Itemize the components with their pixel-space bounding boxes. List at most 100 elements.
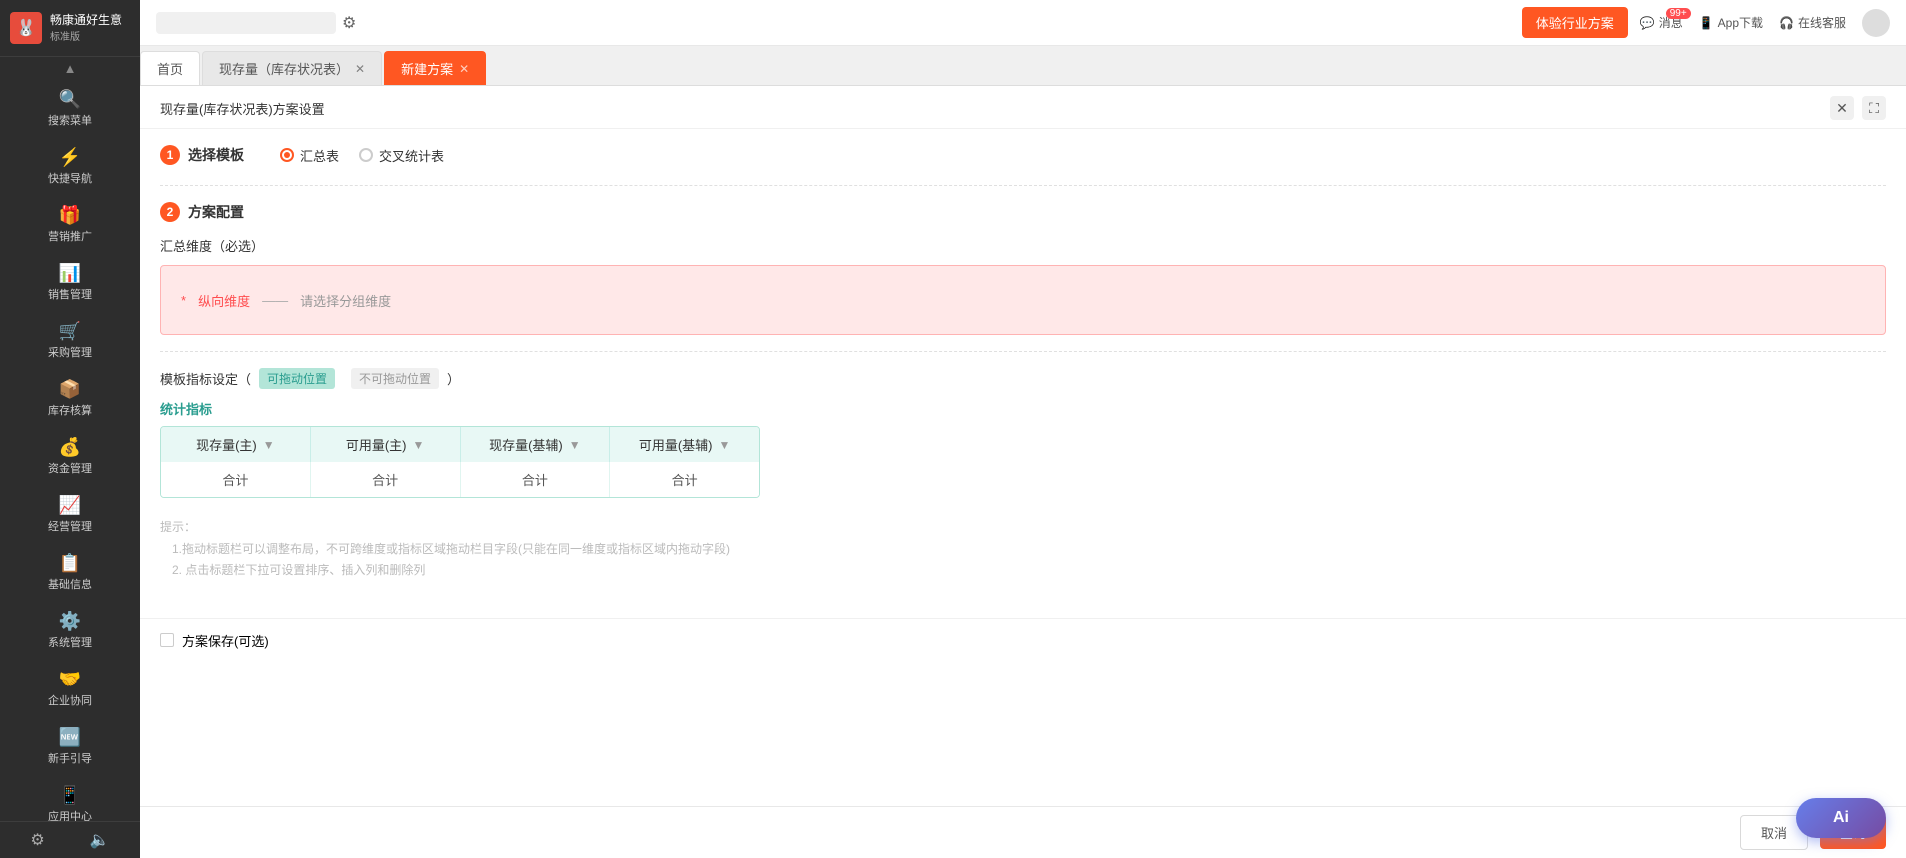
save-row: 方案保存(可选): [140, 618, 1906, 662]
stats-col-arrow-0[interactable]: ▼: [263, 438, 275, 452]
tab-0[interactable]: 首页: [140, 51, 200, 85]
stats-col-header-0[interactable]: 现存量(主) ▼: [161, 427, 311, 462]
nav-item-[interactable]: 💰 资金管理: [0, 428, 140, 486]
settings-icon[interactable]: ⚙: [30, 830, 44, 850]
nav-item-[interactable]: ⚡ 快捷导航: [0, 138, 140, 196]
stats-col-header-1[interactable]: 可用量(主) ▼: [311, 427, 461, 462]
app-download-btn[interactable]: 📱 App下载: [1699, 14, 1763, 31]
nav-label: 企业协同: [48, 692, 92, 708]
not-draggable-tag: 不可拖动位置: [351, 368, 439, 389]
stats-col-label-3: 可用量(基辅): [639, 435, 713, 454]
nav-label: 营销推广: [48, 228, 92, 244]
stats-col-arrow-1[interactable]: ▼: [413, 438, 425, 452]
tab-label-2: 新建方案: [401, 59, 453, 78]
stats-col-header-2[interactable]: 现存量(基辅) ▼: [461, 427, 611, 462]
ai-float-button[interactable]: Ai: [1796, 798, 1886, 838]
radio-cross-btn[interactable]: [359, 148, 373, 162]
nav-item-[interactable]: 📱应用中心: [0, 776, 140, 821]
tips-section: 提示： 1.拖动标题栏可以调整布局，不可跨维度或指标区域拖动栏目字段(只能在同一…: [160, 517, 1886, 582]
close-panel-btn[interactable]: ✕: [1830, 96, 1854, 120]
nav-icon: 🤝: [59, 670, 81, 688]
sidebar-bottom: ⚙ 🔈: [0, 821, 140, 858]
radio-summary[interactable]: 汇总表: [280, 146, 339, 165]
sidebar: 🐰 畅康通好生意 标准版 ▲ 🔍 搜索菜单 ⚡ 快捷导航 🎁营销推广📊销售管理 🛒 采购管理…: [0, 0, 140, 858]
nav-label: 采购管理: [48, 344, 92, 360]
radio-summary-btn[interactable]: [280, 148, 294, 162]
nav-label: 销售管理: [48, 286, 92, 302]
nav-icon: 📦: [59, 380, 81, 398]
tab-close-1[interactable]: ✕: [355, 62, 365, 76]
top-bar: ⚙ 体验行业方案 💬 消息 99+ 📱 App下载 🎧 在线客服: [140, 0, 1906, 46]
divider1: [160, 185, 1886, 186]
app-name: 畅康通好生意: [50, 13, 122, 29]
stats-table-body: 合计合计合计合计: [161, 462, 759, 497]
dimension-required-star: *: [181, 293, 186, 308]
nav-item-[interactable]: 🛒 采购管理: [0, 312, 140, 370]
avatar[interactable]: [1862, 9, 1890, 37]
stats-col-label-2: 现存量(基辅): [489, 435, 563, 454]
tab-label-0: 首页: [157, 59, 183, 78]
nav-item-[interactable]: 🔍 搜索菜单: [0, 80, 140, 138]
nav-icon: 💰: [59, 438, 81, 456]
summary-dimension-label: 汇总维度（必选）: [160, 236, 1886, 255]
nav-item-[interactable]: 📦 库存核算: [0, 370, 140, 428]
nav-item-[interactable]: 📊销售管理: [0, 254, 140, 312]
nav-item-[interactable]: ⚙️系统管理: [0, 602, 140, 660]
nav-label: 搜索菜单: [48, 112, 92, 128]
speaker-icon[interactable]: 🔈: [90, 830, 110, 850]
stats-col-label-0: 现存量(主): [196, 435, 257, 454]
radio-cross[interactable]: 交叉统计表: [359, 146, 444, 165]
stats-col-arrow-2[interactable]: ▼: [569, 438, 581, 452]
stats-col-body-0: 合计: [161, 462, 311, 497]
nav-label: 库存核算: [48, 402, 92, 418]
search-area: ⚙: [156, 12, 1510, 34]
tab-close-2[interactable]: ✕: [459, 62, 469, 76]
nav-icon: 🛒: [59, 322, 81, 340]
step1-section: 1 选择模板 汇总表 交叉统计表: [160, 145, 1886, 165]
logo-icon: 🐰: [10, 12, 42, 44]
headset-icon: 🎧: [1779, 16, 1794, 30]
nav-icon: 📋: [59, 554, 81, 572]
nav-item-[interactable]: 🆕新手引导: [0, 718, 140, 776]
industry-btn[interactable]: 体验行业方案: [1522, 7, 1628, 38]
nav-item-[interactable]: 📋基础信息: [0, 544, 140, 602]
tab-1[interactable]: 现存量（库存状况表）✕: [202, 51, 382, 85]
content-header: 现存量(库存状况表)方案设置 ✕ ⛶: [140, 86, 1906, 129]
stats-table-header: 现存量(主) ▼ 可用量(主) ▼ 现存量(基辅) ▼ 可用量(基辅) ▼: [161, 427, 759, 462]
step1-number: 1: [160, 145, 180, 165]
divider2: [160, 351, 1886, 352]
step2-number: 2: [160, 202, 180, 222]
indicator-settings-suffix: ）: [447, 369, 460, 388]
logo-text-block: 畅康通好生意 标准版: [50, 13, 122, 44]
stats-col-label-1: 可用量(主): [346, 435, 407, 454]
stats-col-header-3[interactable]: 可用量(基辅) ▼: [610, 427, 759, 462]
radio-cross-label: 交叉统计表: [379, 146, 444, 165]
save-label: 方案保存(可选): [182, 631, 269, 650]
nav-icon: 🔍: [59, 90, 81, 108]
stats-col-body-1: 合计: [311, 462, 461, 497]
message-btn[interactable]: 💬 消息 99+: [1640, 14, 1683, 31]
gear-icon[interactable]: ⚙: [342, 13, 356, 33]
tab-2[interactable]: 新建方案 ✕: [384, 51, 486, 85]
nav-item-[interactable]: 📈经营管理: [0, 486, 140, 544]
expand-panel-btn[interactable]: ⛶: [1862, 96, 1886, 120]
sidebar-nav: 🔍 搜索菜单 ⚡ 快捷导航 🎁营销推广📊销售管理 🛒 采购管理 📦 库存核算 💰 资金管理 📈经营管理…: [0, 80, 140, 821]
stats-col-body-3: 合计: [610, 462, 759, 497]
search-input[interactable]: [156, 12, 336, 34]
nav-icon: ⚡: [59, 148, 81, 166]
nav-icon: ⚙️: [59, 612, 81, 630]
nav-label: 经营管理: [48, 518, 92, 534]
save-checkbox[interactable]: [160, 633, 174, 647]
customer-service-btn[interactable]: 🎧 在线客服: [1779, 14, 1846, 31]
stats-col-arrow-3[interactable]: ▼: [719, 438, 731, 452]
dimension-placeholder[interactable]: 请选择分组维度: [300, 291, 391, 310]
nav-item-[interactable]: 🤝 企业协同: [0, 660, 140, 718]
template-radio-group: 汇总表 交叉统计表: [280, 146, 444, 165]
page-title: 现存量(库存状况表)方案设置: [160, 99, 325, 118]
nav-label: 资金管理: [48, 460, 92, 476]
app-version: 标准版: [50, 28, 122, 43]
tab-bar: 首页现存量（库存状况表）✕ 新建方案 ✕: [140, 46, 1906, 86]
sidebar-scroll-up[interactable]: ▲: [0, 57, 140, 80]
nav-item-[interactable]: 🎁营销推广: [0, 196, 140, 254]
nav-label: 快捷导航: [48, 170, 92, 186]
